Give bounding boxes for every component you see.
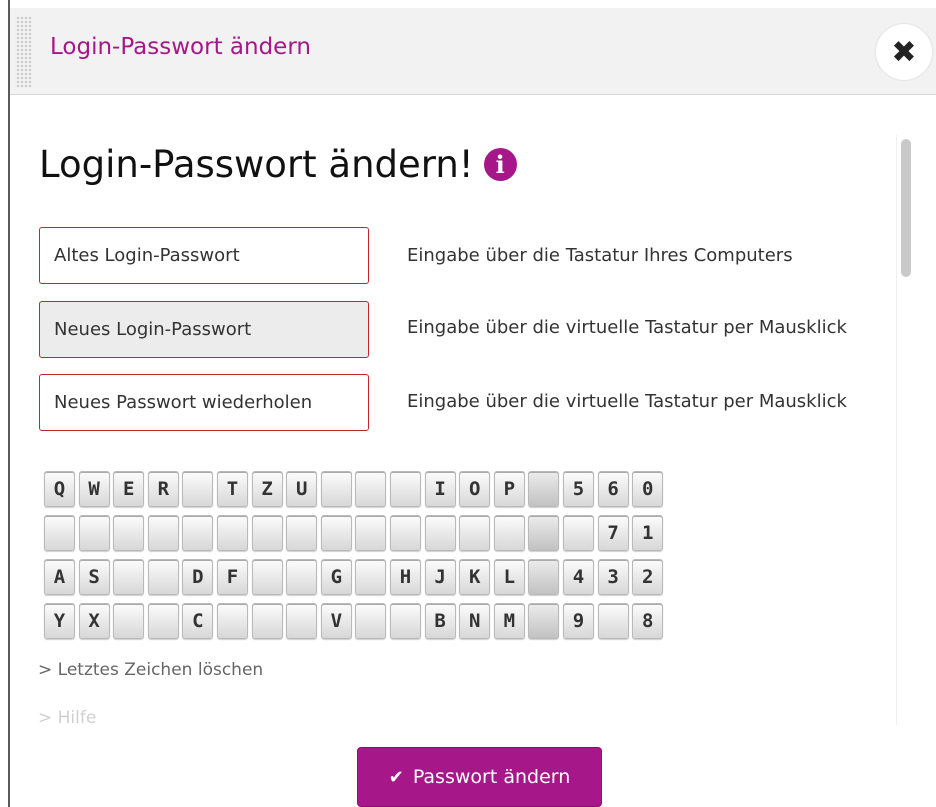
key-blank[interactable] — [217, 515, 248, 551]
key-2[interactable]: 2 — [632, 559, 664, 595]
key-e[interactable]: E — [113, 471, 145, 507]
key-b[interactable]: B — [424, 603, 456, 639]
key-f[interactable]: F — [217, 559, 248, 595]
key-blank[interactable] — [355, 603, 387, 639]
repeat-password-hint: Eingabe über die virtuelle Tastatur per … — [407, 391, 847, 412]
key-s[interactable]: S — [78, 559, 110, 595]
info-circle-icon[interactable]: i — [483, 148, 517, 181]
repeat-password-field[interactable]: Neues Passwort wiederholen — [39, 374, 369, 431]
key-blank[interactable] — [424, 515, 456, 551]
key-y[interactable]: Y — [44, 603, 75, 639]
key-k[interactable]: K — [459, 559, 491, 595]
scrollbar-thumb[interactable] — [901, 139, 911, 277]
new-password-hint: Eingabe über die virtuelle Tastatur per … — [407, 317, 847, 338]
new-password-label: Neues Login-Passwort — [54, 319, 252, 340]
key-blank[interactable] — [251, 515, 283, 551]
key-blank[interactable] — [528, 603, 560, 639]
close-icon: ✖ — [891, 34, 917, 70]
key-n[interactable]: N — [459, 603, 491, 639]
key-g[interactable]: G — [320, 559, 352, 595]
key-blank[interactable] — [528, 515, 560, 551]
key-blank[interactable] — [286, 515, 318, 551]
key-x[interactable]: X — [78, 603, 110, 639]
key-blank[interactable] — [390, 603, 421, 639]
key-blank[interactable] — [113, 515, 145, 551]
key-0[interactable]: 0 — [632, 471, 664, 507]
dialog-content[interactable]: Login-Passwort ändern! i Altes Login-Pass… — [10, 95, 890, 725]
delete-last-character-link[interactable]: > Letztes Zeichen löschen — [38, 660, 263, 680]
key-blank[interactable] — [286, 603, 318, 639]
key-blank[interactable] — [78, 515, 110, 551]
key-9[interactable]: 9 — [563, 603, 594, 639]
key-blank[interactable] — [459, 515, 491, 551]
key-blank[interactable] — [147, 559, 179, 595]
key-blank[interactable] — [182, 515, 214, 551]
drag-handle-icon[interactable] — [16, 16, 32, 88]
key-u[interactable]: U — [286, 471, 318, 507]
key-blank[interactable] — [390, 471, 421, 507]
key-m[interactable]: M — [493, 603, 525, 639]
dialog-titlebar[interactable]: Login-Passwort ändern — [10, 8, 936, 95]
heading-text: Login-Passwort ändern! — [39, 143, 474, 186]
key-h[interactable]: H — [390, 559, 421, 595]
key-z[interactable]: Z — [251, 471, 283, 507]
key-blank[interactable] — [113, 559, 145, 595]
key-blank[interactable] — [528, 471, 560, 507]
key-t[interactable]: T — [217, 471, 248, 507]
key-blank[interactable] — [320, 515, 352, 551]
new-password-field[interactable]: Neues Login-Passwort — [39, 301, 369, 358]
key-blank[interactable] — [563, 515, 594, 551]
key-d[interactable]: D — [182, 559, 214, 595]
key-blank[interactable] — [286, 559, 318, 595]
key-blank[interactable] — [251, 603, 283, 639]
key-4[interactable]: 4 — [563, 559, 594, 595]
key-blank[interactable] — [597, 603, 629, 639]
repeat-password-label: Neues Passwort wiederholen — [54, 392, 313, 413]
old-password-label: Altes Login-Passwort — [54, 245, 240, 266]
key-blank[interactable] — [113, 603, 145, 639]
key-o[interactable]: O — [459, 471, 491, 507]
key-q[interactable]: Q — [44, 471, 75, 507]
key-blank[interactable] — [355, 515, 387, 551]
key-blank[interactable] — [355, 559, 387, 595]
page-heading: Login-Passwort ändern! i — [39, 143, 517, 186]
key-blank[interactable] — [217, 603, 248, 639]
change-password-label: Passwort ändern — [412, 766, 571, 788]
key-j[interactable]: J — [424, 559, 456, 595]
key-5[interactable]: 5 — [563, 471, 594, 507]
key-p[interactable]: P — [493, 471, 525, 507]
close-button[interactable]: ✖ — [876, 24, 932, 80]
key-blank[interactable] — [182, 471, 214, 507]
check-icon: ✔ — [388, 766, 404, 788]
key-blank[interactable] — [528, 559, 560, 595]
old-password-field[interactable]: Altes Login-Passwort — [39, 227, 369, 284]
help-link[interactable]: > Hilfe — [38, 708, 96, 725]
key-blank[interactable] — [320, 471, 352, 507]
old-password-hint: Eingabe über die Tastatur Ihres Computer… — [407, 245, 793, 266]
change-password-button[interactable]: ✔ Passwort ändern — [357, 747, 602, 807]
key-blank[interactable] — [251, 559, 283, 595]
dialog-title: Login-Passwort ändern — [50, 34, 311, 60]
key-blank[interactable] — [390, 515, 421, 551]
key-l[interactable]: L — [493, 559, 525, 595]
key-1[interactable]: 1 — [632, 515, 664, 551]
key-v[interactable]: V — [320, 603, 352, 639]
key-blank[interactable] — [147, 515, 179, 551]
key-6[interactable]: 6 — [597, 471, 629, 507]
key-r[interactable]: R — [147, 471, 179, 507]
key-blank[interactable] — [44, 515, 75, 551]
key-w[interactable]: W — [78, 471, 110, 507]
key-i[interactable]: I — [424, 471, 456, 507]
key-blank[interactable] — [493, 515, 525, 551]
key-7[interactable]: 7 — [597, 515, 629, 551]
key-blank[interactable] — [355, 471, 387, 507]
key-c[interactable]: C — [182, 603, 214, 639]
key-8[interactable]: 8 — [632, 603, 664, 639]
key-a[interactable]: A — [44, 559, 75, 595]
key-3[interactable]: 3 — [597, 559, 629, 595]
virtual-keyboard: QWER TZU IOP 56071 AS DF G HJKL 432 YX C V BNM 9 8 — [44, 471, 664, 647]
key-blank[interactable] — [147, 603, 179, 639]
scrollbar[interactable] — [896, 135, 911, 725]
